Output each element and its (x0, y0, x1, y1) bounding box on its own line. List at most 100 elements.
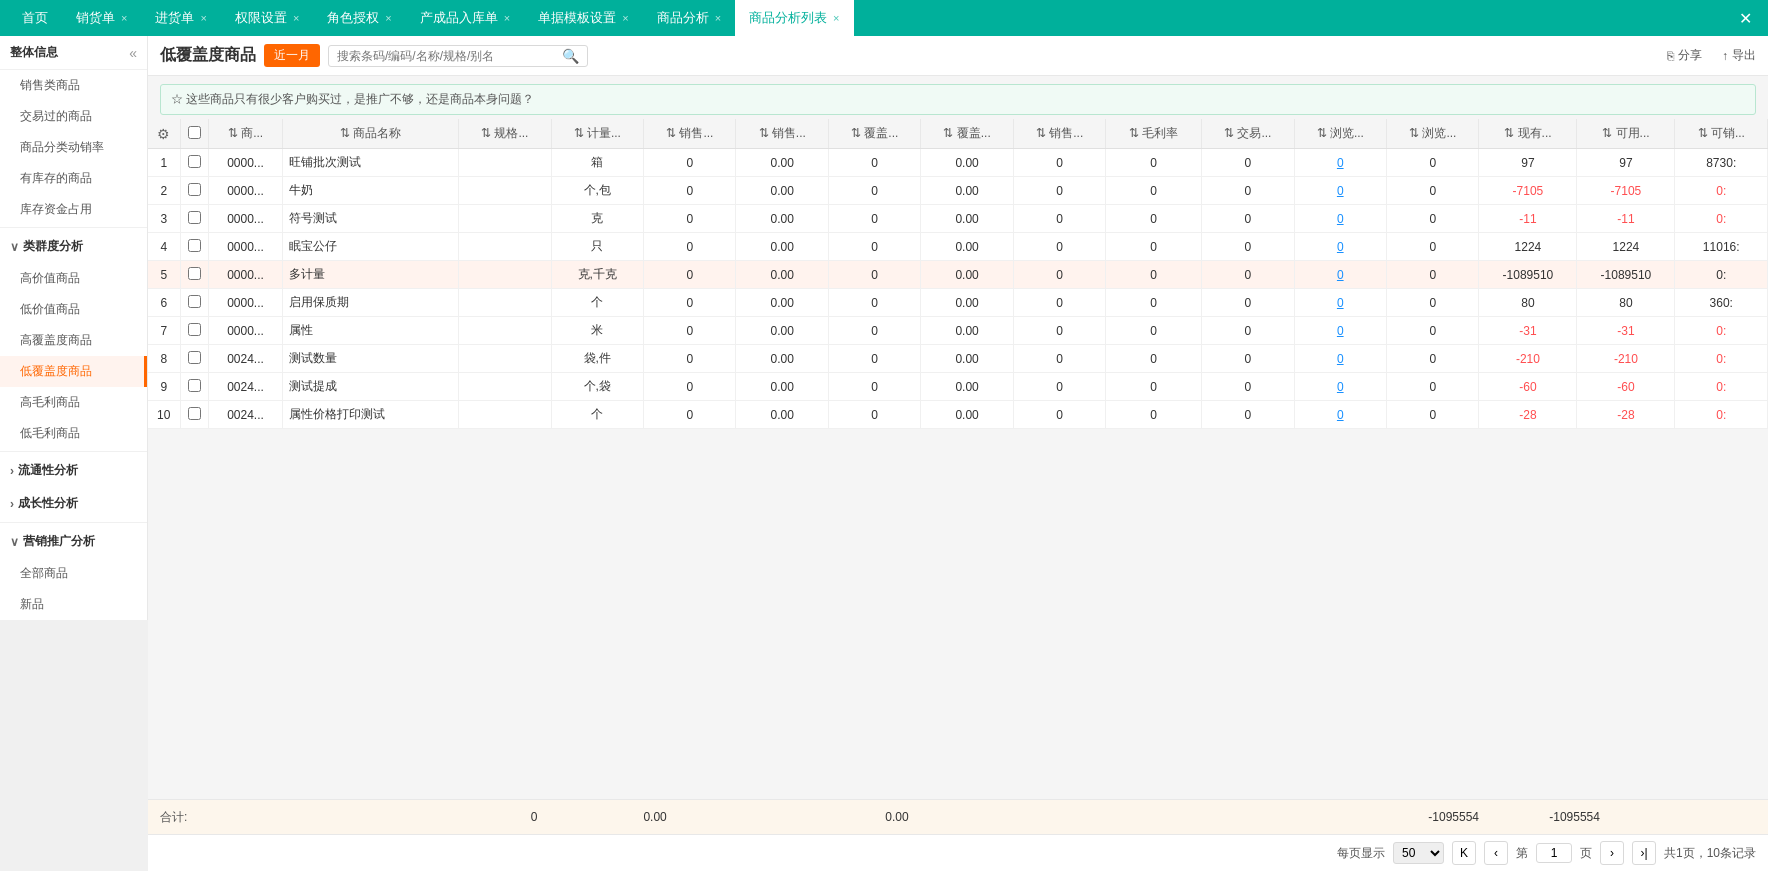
nav-item-permission[interactable]: 权限设置 × (221, 0, 313, 36)
col-header-name[interactable]: ⇅ 商品名称 (283, 119, 459, 149)
col-header-gear[interactable]: ⚙ (148, 119, 180, 149)
nav-close-role[interactable]: × (385, 12, 391, 24)
cell-checkbox[interactable] (180, 261, 208, 289)
window-close-button[interactable]: ✕ (1731, 9, 1760, 28)
cell-checkbox[interactable] (180, 317, 208, 345)
nav-item-purchase[interactable]: 进货单 × (141, 0, 220, 36)
cell-checkbox[interactable] (180, 205, 208, 233)
first-page-button[interactable]: K (1452, 841, 1476, 865)
row-checkbox[interactable] (188, 239, 201, 252)
nav-item-analysis-list[interactable]: 商品分析列表 × (735, 0, 853, 36)
col-header-unit[interactable]: ⇅ 计量... (551, 119, 643, 149)
col-header-sales3[interactable]: ⇅ 销售... (1013, 119, 1105, 149)
nav-close-template[interactable]: × (622, 12, 628, 24)
nav-close-permission[interactable]: × (293, 12, 299, 24)
cell-browse1[interactable]: 0 (1294, 149, 1386, 177)
cell-checkbox[interactable] (180, 289, 208, 317)
sidebar-item-low-margin[interactable]: 低毛利商品 (0, 418, 147, 449)
cell-checkbox[interactable] (180, 233, 208, 261)
col-header-cover2[interactable]: ⇅ 覆盖... (921, 119, 1013, 149)
row-checkbox[interactable] (188, 407, 201, 420)
nav-close-analysis-list[interactable]: × (833, 12, 839, 24)
sidebar-item-high-coverage[interactable]: 高覆盖度商品 (0, 325, 147, 356)
search-input[interactable] (337, 49, 562, 63)
next-page-button[interactable]: › (1600, 841, 1624, 865)
nav-item-home[interactable]: 首页 (8, 0, 62, 36)
sidebar-item-high-value[interactable]: 高价值商品 (0, 263, 147, 294)
col-header-sales-amount[interactable]: ⇅ 销售... (736, 119, 828, 149)
sidebar-group-category-analysis[interactable]: ∨ 类群度分析 (0, 230, 147, 263)
cell-browse1[interactable]: 0 (1294, 233, 1386, 261)
col-header-browse2[interactable]: ⇅ 浏览... (1386, 119, 1478, 149)
cell-browse1[interactable]: 0 (1294, 401, 1386, 429)
last-page-button[interactable]: ›| (1632, 841, 1656, 865)
sidebar-item-sales-products[interactable]: 销售类商品 (0, 70, 147, 101)
col-header-gross-margin[interactable]: ⇅ 毛利率 (1106, 119, 1202, 149)
row-checkbox[interactable] (188, 323, 201, 336)
sidebar-item-new-products[interactable]: 新品 (0, 589, 147, 620)
nav-item-sales[interactable]: 销货单 × (62, 0, 141, 36)
col-header-spec[interactable]: ⇅ 规格... (459, 119, 551, 149)
row-checkbox[interactable] (188, 155, 201, 168)
nav-item-product-analysis[interactable]: 商品分析 × (643, 0, 735, 36)
row-checkbox[interactable] (188, 267, 201, 280)
cell-browse1[interactable]: 0 (1294, 177, 1386, 205)
gear-icon[interactable]: ⚙ (157, 126, 170, 142)
nav-item-role[interactable]: 角色授权 × (313, 0, 405, 36)
page-input[interactable] (1536, 843, 1572, 863)
col-header-available-stock[interactable]: ⇅ 可用... (1577, 119, 1675, 149)
col-header-sales-count[interactable]: ⇅ 销售... (643, 119, 735, 149)
row-checkbox[interactable] (188, 379, 201, 392)
cell-code: 0000... (208, 233, 283, 261)
sidebar-group-liquidity[interactable]: › 流通性分析 (0, 454, 147, 487)
search-icon[interactable]: 🔍 (562, 48, 579, 64)
sidebar-item-all-products[interactable]: 全部商品 (0, 558, 147, 589)
sidebar-item-capital-usage[interactable]: 库存资金占用 (0, 194, 147, 225)
cell-sales-amount: 0.00 (736, 401, 828, 429)
cell-browse1[interactable]: 0 (1294, 345, 1386, 373)
nav-item-template[interactable]: 单据模板设置 × (524, 0, 642, 36)
sidebar-item-traded-products[interactable]: 交易过的商品 (0, 101, 147, 132)
cell-checkbox[interactable] (180, 149, 208, 177)
sidebar-group-marketing[interactable]: ∨ 营销推广分析 (0, 525, 147, 558)
cell-checkbox[interactable] (180, 177, 208, 205)
col-header-saleable[interactable]: ⇅ 可销... (1675, 119, 1768, 149)
time-filter-button[interactable]: 近一月 (264, 44, 320, 67)
col-header-current-stock[interactable]: ⇅ 现有... (1479, 119, 1577, 149)
select-all-checkbox[interactable] (188, 126, 201, 139)
col-header-code[interactable]: ⇅ 商... (208, 119, 283, 149)
sidebar-group-growth[interactable]: › 成长性分析 (0, 487, 147, 520)
nav-close-sales[interactable]: × (121, 12, 127, 24)
col-header-browse1[interactable]: ⇅ 浏览... (1294, 119, 1386, 149)
cell-browse1[interactable]: 0 (1294, 205, 1386, 233)
cell-checkbox[interactable] (180, 373, 208, 401)
cell-checkbox[interactable] (180, 401, 208, 429)
col-header-cover1[interactable]: ⇅ 覆盖... (828, 119, 920, 149)
cell-checkbox[interactable] (180, 345, 208, 373)
cell-browse1[interactable]: 0 (1294, 261, 1386, 289)
sidebar-item-stocked-products[interactable]: 有库存的商品 (0, 163, 147, 194)
row-checkbox[interactable] (188, 211, 201, 224)
row-checkbox[interactable] (188, 183, 201, 196)
cell-browse1[interactable]: 0 (1294, 289, 1386, 317)
sidebar-item-category-rate[interactable]: 商品分类动销率 (0, 132, 147, 163)
row-checkbox[interactable] (188, 295, 201, 308)
col-header-transaction[interactable]: ⇅ 交易... (1202, 119, 1294, 149)
page-size-select[interactable]: 50 100 200 (1393, 842, 1444, 864)
row-checkbox[interactable] (188, 351, 201, 364)
sidebar-collapse-icon[interactable]: « (129, 45, 137, 61)
sidebar-item-high-margin[interactable]: 高毛利商品 (0, 387, 147, 418)
cell-gross-margin: 0 (1106, 373, 1202, 401)
nav-close-product-entry[interactable]: × (504, 12, 510, 24)
share-button[interactable]: ⎘ 分享 (1667, 47, 1702, 64)
sidebar-item-low-value[interactable]: 低价值商品 (0, 294, 147, 325)
nav-close-purchase[interactable]: × (200, 12, 206, 24)
nav-item-product-entry[interactable]: 产成品入库单 × (406, 0, 524, 36)
col-header-checkbox[interactable] (180, 119, 208, 149)
export-button[interactable]: ↑ 导出 (1722, 47, 1756, 64)
sidebar-item-low-coverage[interactable]: 低覆盖度商品 (0, 356, 147, 387)
cell-browse1[interactable]: 0 (1294, 317, 1386, 345)
cell-browse1[interactable]: 0 (1294, 373, 1386, 401)
prev-page-button[interactable]: ‹ (1484, 841, 1508, 865)
nav-close-product-analysis[interactable]: × (715, 12, 721, 24)
